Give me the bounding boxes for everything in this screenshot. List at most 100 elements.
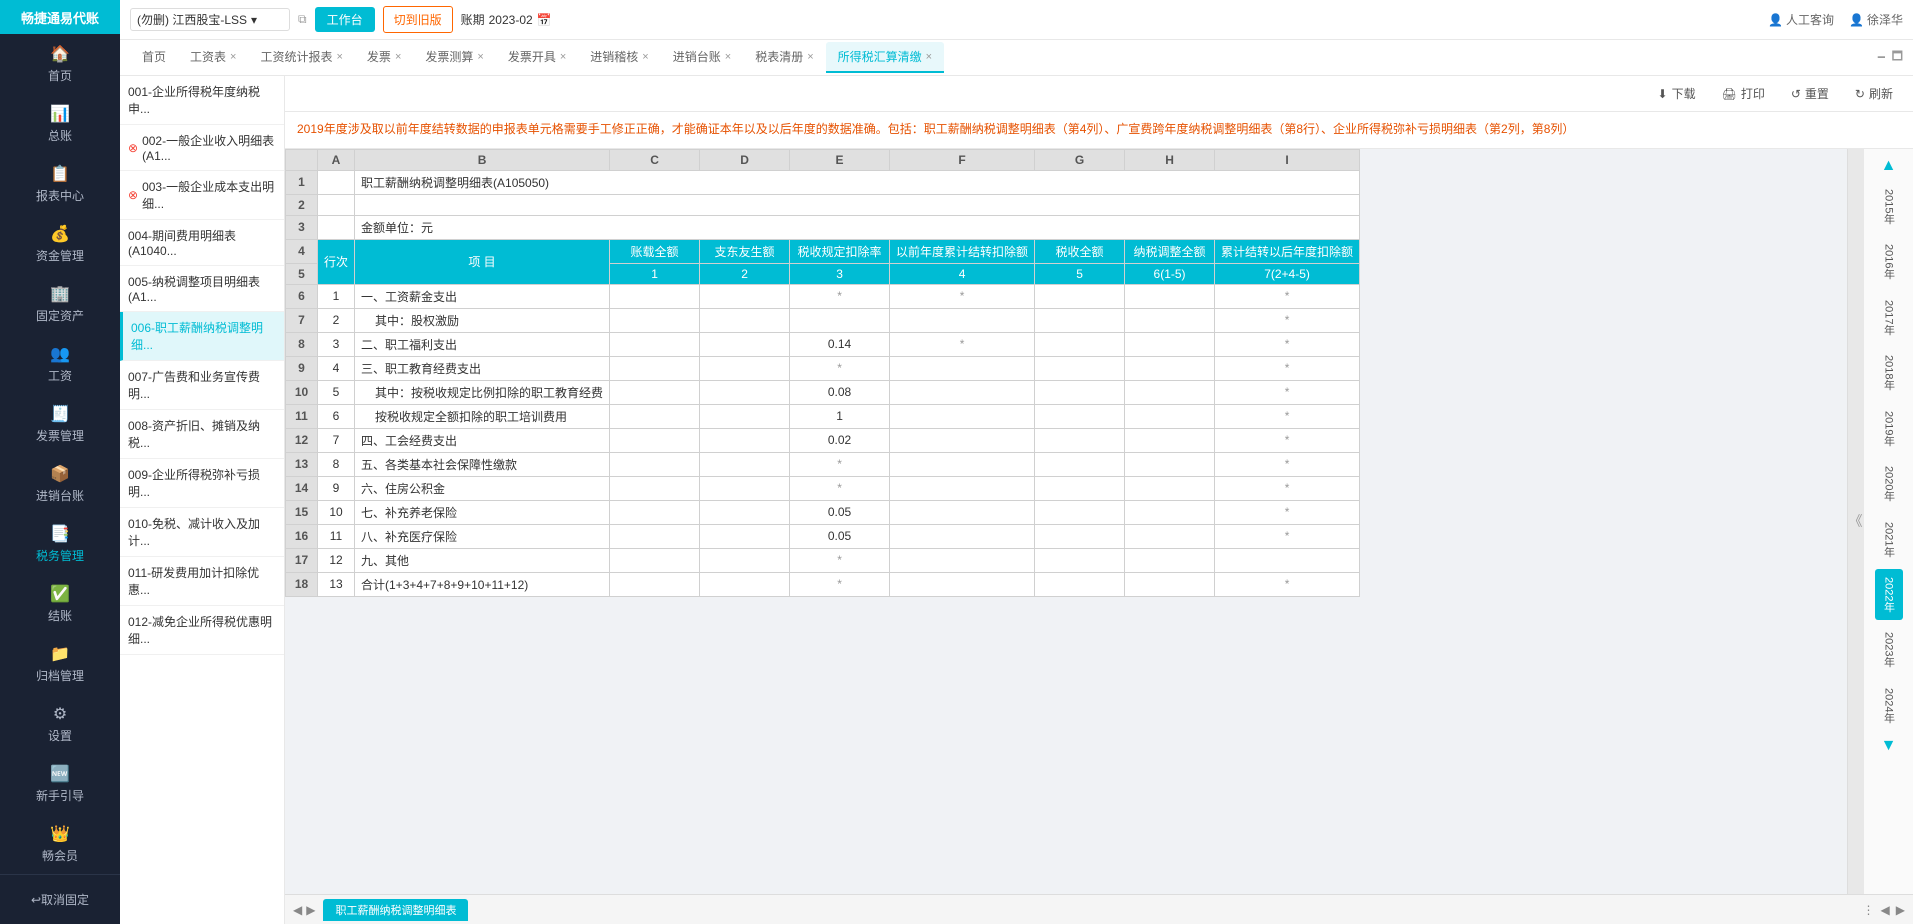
cell-e-12[interactable]: * bbox=[790, 548, 890, 572]
cell-i-8[interactable]: * bbox=[1215, 452, 1360, 476]
refresh-button[interactable]: ↻ 刷新 bbox=[1847, 82, 1901, 105]
cell-c-1[interactable] bbox=[610, 284, 700, 308]
sidebar-item-salary[interactable]: 👥 工资 bbox=[0, 334, 120, 394]
cell-h-1[interactable] bbox=[1125, 284, 1215, 308]
cell-f-8[interactable] bbox=[890, 452, 1035, 476]
cell-c-3[interactable] bbox=[610, 332, 700, 356]
cell-c-6[interactable] bbox=[610, 404, 700, 428]
tab-invoice-close[interactable]: × bbox=[395, 51, 401, 63]
tab-income-tax-close[interactable]: × bbox=[926, 51, 932, 63]
cell-c-7[interactable] bbox=[610, 428, 700, 452]
tab-salary-close[interactable]: × bbox=[230, 51, 236, 63]
next-sheet-icon[interactable]: ▶ bbox=[306, 903, 315, 917]
year-up-icon[interactable]: ▲ bbox=[1877, 153, 1901, 179]
cell-item-9[interactable]: 六、住房公积金 bbox=[355, 476, 610, 500]
tab-invoice[interactable]: 发票 × bbox=[355, 42, 413, 73]
cell-h-9[interactable] bbox=[1125, 476, 1215, 500]
sidebar-item-assets[interactable]: 🏢 固定资产 bbox=[0, 274, 120, 334]
cell-c-12[interactable] bbox=[610, 548, 700, 572]
cell-i-9[interactable]: * bbox=[1215, 476, 1360, 500]
tab-invoice-calc-close[interactable]: × bbox=[477, 51, 483, 63]
cell-c-4[interactable] bbox=[610, 356, 700, 380]
tab-invoice-calc[interactable]: 发票测算 × bbox=[413, 42, 495, 73]
year-2017[interactable]: 2017年 bbox=[1875, 292, 1903, 343]
sheet-menu-icon[interactable]: ⋮ bbox=[1863, 903, 1875, 917]
tab-invoice-issue[interactable]: 发票开具 × bbox=[496, 42, 578, 73]
cell-c-13[interactable] bbox=[610, 572, 700, 596]
cell-h-13[interactable] bbox=[1125, 572, 1215, 596]
cell-e-1[interactable]: * bbox=[790, 284, 890, 308]
tab-salary-report[interactable]: 工资统计报表 × bbox=[248, 42, 354, 73]
cell-i-2[interactable]: * bbox=[1215, 308, 1360, 332]
cell-d-9[interactable] bbox=[700, 476, 790, 500]
cell-d-7[interactable] bbox=[700, 428, 790, 452]
cell-item-1[interactable]: 一、工资薪金支出 bbox=[355, 284, 610, 308]
cell-h-5[interactable] bbox=[1125, 380, 1215, 404]
cell-d-11[interactable] bbox=[700, 524, 790, 548]
cell-g-11[interactable] bbox=[1035, 524, 1125, 548]
cell-item-3[interactable]: 二、职工福利支出 bbox=[355, 332, 610, 356]
cell-item-4[interactable]: 三、职工教育经费支出 bbox=[355, 356, 610, 380]
left-item-007[interactable]: 007-广告费和业务宣传费明... bbox=[120, 361, 284, 410]
left-item-010[interactable]: 010-免税、减计收入及加计... bbox=[120, 508, 284, 557]
cell-h-3[interactable] bbox=[1125, 332, 1215, 356]
cell-item-12[interactable]: 九、其他 bbox=[355, 548, 610, 572]
cell-f-12[interactable] bbox=[890, 548, 1035, 572]
cell-f-13[interactable] bbox=[890, 572, 1035, 596]
spreadsheet-container[interactable]: A B C D E F G H I bbox=[285, 149, 1847, 894]
cell-f-6[interactable] bbox=[890, 404, 1035, 428]
cell-d-5[interactable] bbox=[700, 380, 790, 404]
reset-button[interactable]: ↺ 重置 bbox=[1783, 82, 1837, 105]
cell-d-13[interactable] bbox=[700, 572, 790, 596]
cell-f-5[interactable] bbox=[890, 380, 1035, 404]
cell-e-7[interactable]: 0.02 bbox=[790, 428, 890, 452]
tab-income-tax[interactable]: 所得税汇算清缴 × bbox=[826, 42, 944, 73]
cell-d-6[interactable] bbox=[700, 404, 790, 428]
tab-minimize-icon[interactable]: 🗕 bbox=[1877, 47, 1886, 68]
cell-i-5[interactable]: * bbox=[1215, 380, 1360, 404]
bottom-sheet-tab[interactable]: 职工薪酬纳税调整明细表 bbox=[323, 899, 468, 921]
cell-e-2[interactable] bbox=[790, 308, 890, 332]
copy-icon[interactable]: ⧉ bbox=[298, 12, 307, 27]
cell-item-7[interactable]: 四、工会经费支出 bbox=[355, 428, 610, 452]
cell-g-4[interactable] bbox=[1035, 356, 1125, 380]
left-item-009[interactable]: 009-企业所得税弥补亏损明... bbox=[120, 459, 284, 508]
tab-salary[interactable]: 工资表 × bbox=[178, 42, 248, 73]
tab-ledger-close[interactable]: × bbox=[725, 51, 731, 63]
cell-i-10[interactable]: * bbox=[1215, 500, 1360, 524]
cell-f-1[interactable]: * bbox=[890, 284, 1035, 308]
cell-c-9[interactable] bbox=[610, 476, 700, 500]
cell-item-8[interactable]: 五、各类基本社会保障性缴款 bbox=[355, 452, 610, 476]
cell-i-11[interactable]: * bbox=[1215, 524, 1360, 548]
cell-c-11[interactable] bbox=[610, 524, 700, 548]
company-select[interactable]: (勿删) 江西股宝-LSS ▾ bbox=[130, 8, 290, 31]
year-2022[interactable]: 2022年 bbox=[1875, 569, 1903, 620]
year-2019[interactable]: 2019年 bbox=[1875, 403, 1903, 454]
cell-e-13[interactable]: * bbox=[790, 572, 890, 596]
sidebar-item-purchsale[interactable]: 📦 进销台账 bbox=[0, 454, 120, 514]
year-down-icon[interactable]: ▼ bbox=[1877, 733, 1901, 759]
cell-i-7[interactable]: * bbox=[1215, 428, 1360, 452]
sidebar-item-tax[interactable]: 📑 税务管理 bbox=[0, 514, 120, 574]
cell-c-5[interactable] bbox=[610, 380, 700, 404]
help-label[interactable]: 👤 人工客询 bbox=[1768, 11, 1834, 28]
left-item-008[interactable]: 008-资产折旧、摊销及纳税... bbox=[120, 410, 284, 459]
cell-i-1[interactable]: * bbox=[1215, 284, 1360, 308]
tab-invoice-issue-close[interactable]: × bbox=[560, 51, 566, 63]
cell-e-3[interactable]: 0.14 bbox=[790, 332, 890, 356]
cell-h-7[interactable] bbox=[1125, 428, 1215, 452]
left-item-002[interactable]: ⊗ 002-一般企业收入明细表(A1... bbox=[120, 125, 284, 171]
workbench-button[interactable]: 工作台 bbox=[315, 7, 375, 32]
cell-e-6[interactable]: 1 bbox=[790, 404, 890, 428]
cell-i-3[interactable]: * bbox=[1215, 332, 1360, 356]
cell-e-5[interactable]: 0.08 bbox=[790, 380, 890, 404]
cell-f-9[interactable] bbox=[890, 476, 1035, 500]
year-2023[interactable]: 2023年 bbox=[1875, 624, 1903, 675]
tab-salary-report-close[interactable]: × bbox=[336, 51, 342, 63]
tab-maximize-icon[interactable]: 🗖 bbox=[1892, 47, 1903, 68]
sidebar-item-invoice[interactable]: 🧾 发票管理 bbox=[0, 394, 120, 454]
sidebar-item-finance[interactable]: 💰 资金管理 bbox=[0, 214, 120, 274]
cell-g-6[interactable] bbox=[1035, 404, 1125, 428]
cell-f-11[interactable] bbox=[890, 524, 1035, 548]
cell-g-2[interactable] bbox=[1035, 308, 1125, 332]
